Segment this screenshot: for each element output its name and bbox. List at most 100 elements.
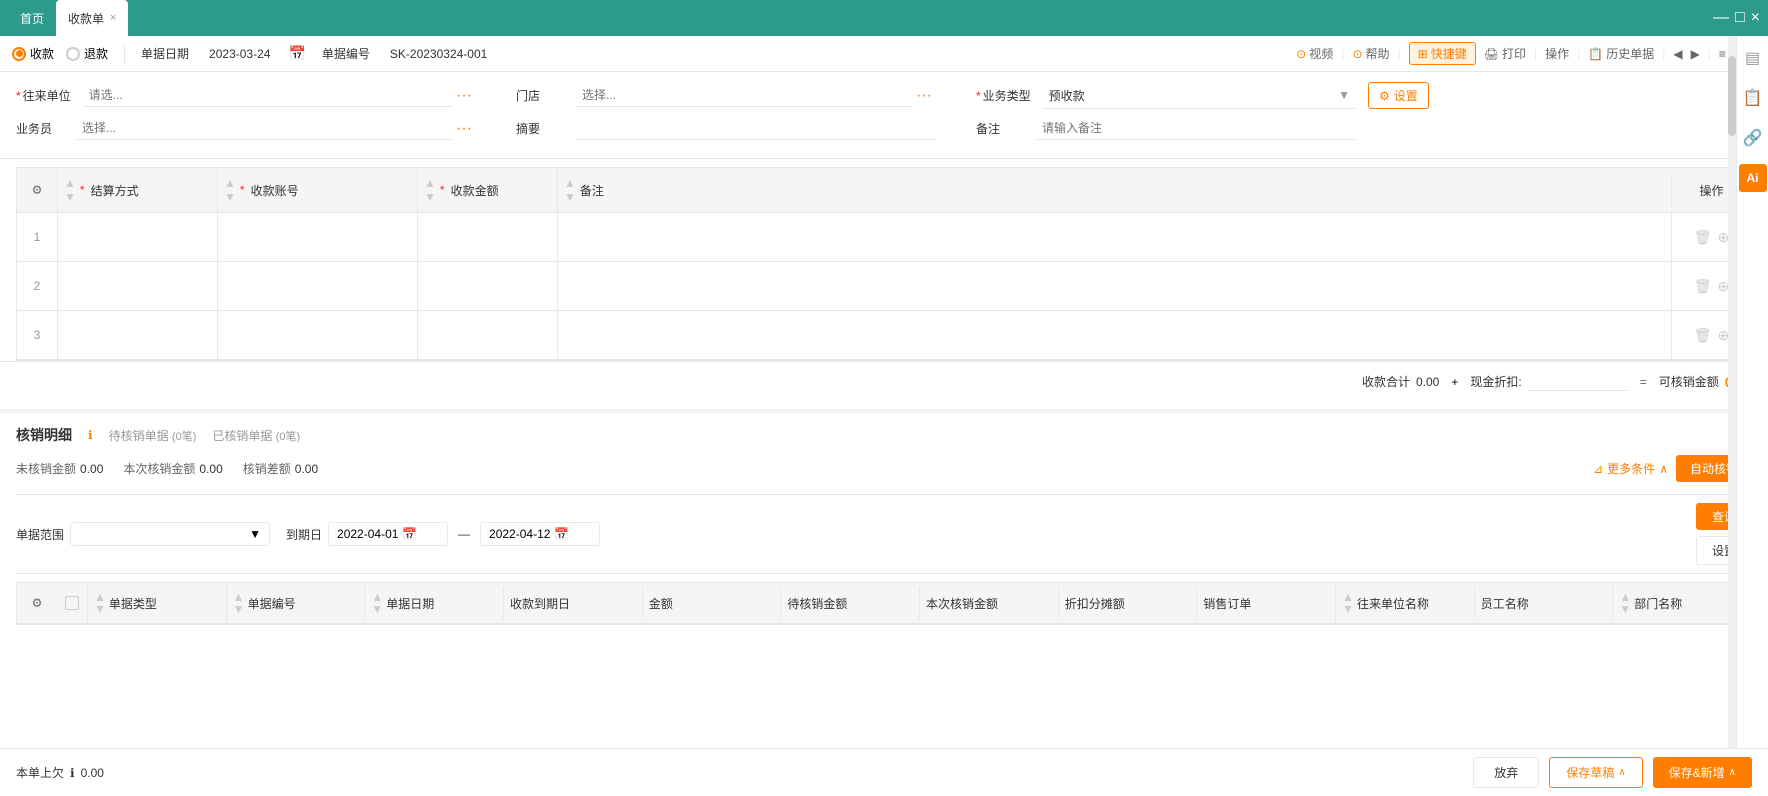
- th-account: ▲▼ * 收款账号: [217, 168, 417, 212]
- scroll-thumb[interactable]: [1728, 56, 1736, 136]
- discount-label: 现金折扣:: [1470, 373, 1521, 390]
- store-label: 门店: [516, 87, 576, 104]
- td-amount-2[interactable]: [417, 262, 557, 310]
- table-row: 1 🗑 ⊕: [17, 213, 1751, 262]
- select-arrow-icon: ▼: [1338, 88, 1350, 102]
- sidebar-link-icon[interactable]: 🔗: [1739, 124, 1767, 152]
- td-remark-3[interactable]: [557, 311, 1671, 359]
- due-date-filter-field: 到期日 2022-04-01 📅 — 2022-04-12 📅: [286, 522, 600, 546]
- summary-row: 收款合计 0.00 + 现金折扣: = 可核销金额 0.00: [0, 361, 1768, 401]
- td-account-2[interactable]: [217, 262, 417, 310]
- partner-label: 往来单位: [23, 87, 83, 104]
- print-action[interactable]: 🖨 打印: [1484, 45, 1526, 62]
- history-action[interactable]: 📋 历史单据: [1588, 45, 1654, 62]
- bth-amount: 金额: [642, 587, 781, 620]
- scrollbar[interactable]: [1728, 36, 1736, 796]
- current-owe-value: 0.00: [81, 766, 104, 780]
- td-remark-2[interactable]: [557, 262, 1671, 310]
- bth-due-date: 收款到期日: [503, 587, 642, 620]
- bth-partner-name: ▲▼ 往来单位名称: [1335, 583, 1474, 623]
- nav-tab-home[interactable]: 首页: [8, 0, 56, 36]
- salesperson-ellipsis-btn[interactable]: ···: [452, 120, 476, 138]
- td-remark-1[interactable]: [557, 213, 1671, 261]
- equals-sign: =: [1640, 375, 1647, 389]
- remark-label: 备注: [976, 120, 1036, 137]
- business-type-select[interactable]: 预收款 ▼: [1043, 83, 1356, 109]
- sidebar-ai-icon[interactable]: Ai: [1739, 164, 1767, 192]
- window-min-icon[interactable]: —: [1713, 9, 1729, 27]
- main-content: 收款 退款 单据日期 2023-03-24 📅 单据编号 SK-20230324…: [0, 36, 1768, 796]
- th-sort-settlement: ▲▼: [64, 176, 76, 204]
- calendar-to-icon: 📅: [554, 527, 569, 541]
- help-action[interactable]: ⊙ 帮助: [1352, 45, 1389, 62]
- current-stat-label: 本次核销金额: [123, 460, 195, 477]
- radio-shoukuan-dot: [12, 47, 26, 61]
- save-new-button[interactable]: 保存&新增 ∧: [1653, 757, 1752, 788]
- radio-tuikuan[interactable]: 退款: [66, 45, 108, 62]
- bth-current-amount-label: 本次核销金额: [926, 595, 998, 612]
- verify-table: ⚙ ▲▼ 单据类型 ▲▼ 单据编号 ▲▼ 单据日期 收款到期日: [16, 582, 1752, 625]
- sidebar-doc-icon[interactable]: 📋: [1739, 84, 1767, 112]
- store-input[interactable]: [576, 84, 912, 107]
- pending-tab-label: 待核销单据: [109, 429, 169, 443]
- td-settlement-2[interactable]: [57, 262, 217, 310]
- window-close-icon[interactable]: ×: [1751, 9, 1760, 27]
- video-action[interactable]: ⊙ 视频: [1296, 45, 1333, 62]
- nav-prev-action[interactable]: ◀: [1673, 47, 1682, 61]
- range-label: 单据范围: [16, 526, 64, 543]
- nav-next-action[interactable]: ▶: [1691, 47, 1700, 61]
- td-settlement-1[interactable]: [57, 213, 217, 261]
- form-settings-button[interactable]: ⚙ 设置: [1368, 82, 1429, 109]
- date-from-picker[interactable]: 2022-04-01 📅: [328, 522, 448, 546]
- calendar-icon[interactable]: 📅: [288, 45, 305, 62]
- help-icon: ⊙: [1352, 47, 1362, 61]
- menu-icon-action[interactable]: ≡: [1719, 47, 1726, 61]
- discard-button[interactable]: 放弃: [1473, 757, 1539, 788]
- verify-table-checkbox-all[interactable]: [57, 596, 87, 610]
- verify-info-icon[interactable]: ℹ: [88, 428, 93, 442]
- th-remark-label: 备注: [580, 182, 604, 199]
- range-select[interactable]: ▼: [70, 522, 270, 546]
- salesperson-input[interactable]: [76, 117, 452, 140]
- date-to-picker[interactable]: 2022-04-12 📅: [480, 522, 600, 546]
- current-owe-info-icon[interactable]: ℹ: [70, 766, 75, 780]
- sidebar-table-icon[interactable]: ▤: [1739, 44, 1767, 72]
- date-separator: —: [454, 527, 474, 541]
- td-amount-1[interactable]: [417, 213, 557, 261]
- uncancelled-stat: 未核销金额 0.00: [16, 460, 103, 477]
- td-account-3[interactable]: [217, 311, 417, 359]
- date-value[interactable]: 2023-03-24: [209, 47, 270, 61]
- done-tab[interactable]: 已核销单据 (0笔): [212, 427, 300, 444]
- bth-due-date-label: 收款到期日: [510, 595, 570, 612]
- partner-input[interactable]: [83, 84, 452, 107]
- td-account-1[interactable]: [217, 213, 417, 261]
- verify-table-settings-icon[interactable]: ⚙: [17, 588, 57, 618]
- td-settlement-3[interactable]: [57, 311, 217, 359]
- radio-shoukuan[interactable]: 收款: [12, 45, 54, 62]
- store-ellipsis-btn[interactable]: ···: [912, 87, 936, 105]
- remark-input[interactable]: [1036, 117, 1356, 140]
- summary-input[interactable]: [576, 117, 936, 140]
- close-tab-icon[interactable]: ×: [110, 12, 116, 24]
- save-draft-button[interactable]: 保存草稿 ∧: [1549, 757, 1642, 788]
- table-settings-icon[interactable]: ⚙: [17, 175, 57, 205]
- sort-doc-date: ▲▼: [371, 591, 383, 615]
- pending-tab[interactable]: 待核销单据 (0笔): [109, 427, 197, 444]
- delete-row-1-icon[interactable]: 🗑: [1694, 229, 1712, 246]
- window-max-icon[interactable]: □: [1735, 9, 1745, 27]
- td-amount-3[interactable]: [417, 311, 557, 359]
- video-label: 视频: [1309, 45, 1333, 62]
- delete-row-2-icon[interactable]: 🗑: [1694, 278, 1712, 295]
- nav-tab-shoukudan[interactable]: 收款单 ×: [56, 0, 128, 36]
- store-field: 门店 ···: [516, 84, 936, 107]
- discount-input[interactable]: [1528, 372, 1628, 391]
- sort-doc-num: ▲▼: [233, 591, 245, 615]
- delete-row-3-icon[interactable]: 🗑: [1694, 327, 1712, 344]
- partner-ellipsis-btn[interactable]: ···: [452, 87, 476, 105]
- bth-doc-num-label: 单据编号: [248, 595, 296, 612]
- more-filter-button[interactable]: ⊿ 更多条件 ∧: [1593, 460, 1668, 477]
- verify-section: 核销明细 ℹ 待核销单据 (0笔) 已核销单据 (0笔) 未核销金额 0.00 …: [0, 409, 1768, 637]
- shortcut-button[interactable]: ⊞ 快捷键: [1409, 42, 1476, 65]
- operation-action[interactable]: 操作: [1545, 45, 1569, 62]
- radio-shoukuan-label: 收款: [30, 45, 54, 62]
